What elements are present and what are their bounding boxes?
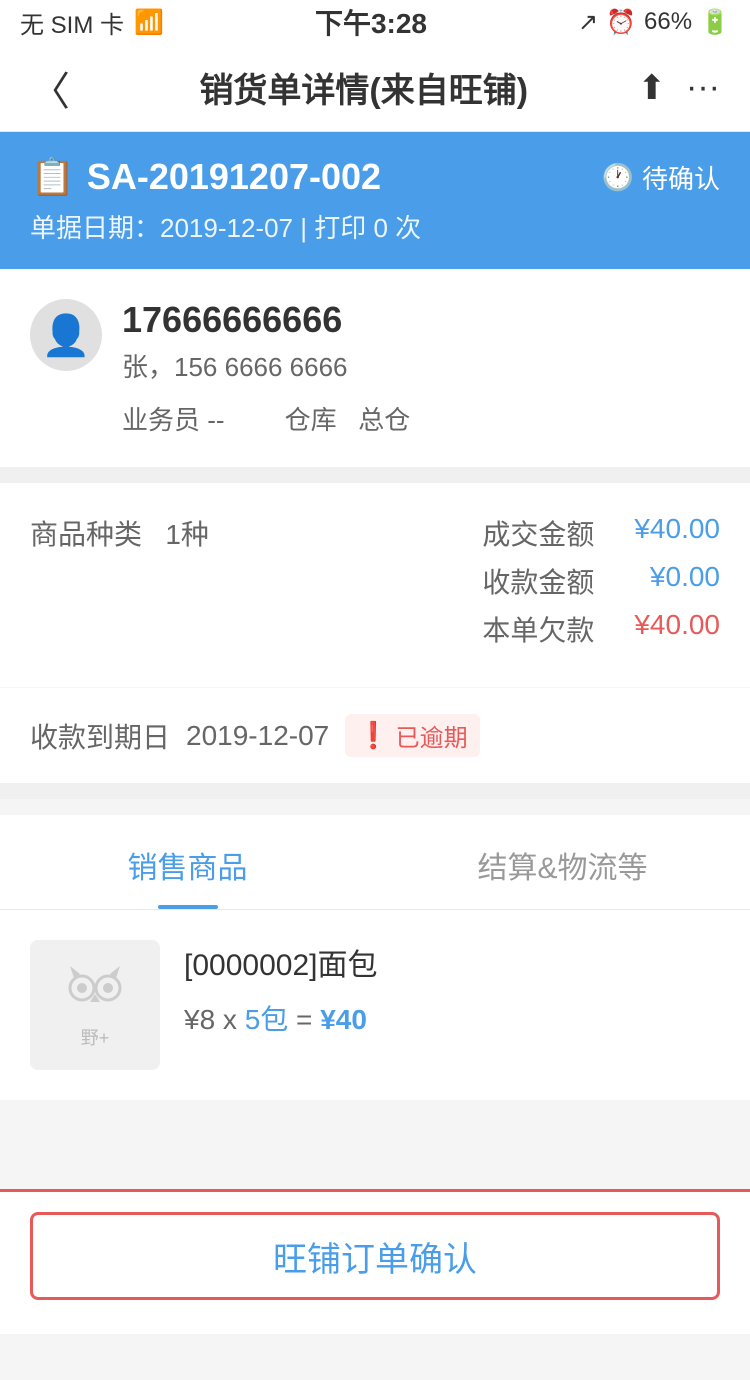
nav-right-actions: ⬆ ···: [638, 68, 720, 108]
overdue-badge: ❗ 已逾期: [345, 714, 479, 757]
receive-amount-row: 收款金额 ¥0.00: [482, 561, 720, 601]
product-info: [0000002]面包 ¥8 x 5包 = ¥40: [184, 940, 720, 1038]
product-thumb-inner: 野+: [60, 960, 130, 1050]
share-button[interactable]: ⬆: [638, 68, 667, 108]
customer-info: 17666666666 张，156 6666 6666 业务员 -- 仓库 总仓: [122, 299, 720, 437]
order-icon: 📋: [30, 156, 75, 198]
receive-amount-value: ¥0.00: [650, 561, 720, 601]
tabs-row: 销售商品 结算&物流等: [0, 815, 750, 909]
owl-logo-icon: [60, 960, 130, 1020]
status-right: ↗ ⏰ 66% 🔋: [578, 8, 730, 37]
product-qty: 5包: [245, 1004, 289, 1035]
deal-amount-value: ¥40.00: [634, 513, 720, 553]
customer-section: 👤 17666666666 张，156 6666 6666 业务员 -- 仓库 …: [0, 269, 750, 467]
wifi-icon: 📶: [134, 8, 164, 37]
customer-name: 张，156 6666 6666: [122, 347, 720, 384]
tab-sales-product[interactable]: 销售商品: [0, 815, 375, 909]
amount-details: 成交金额 ¥40.00 收款金额 ¥0.00 本单欠款 ¥40.00: [482, 513, 720, 657]
tab-settlement[interactable]: 结算&物流等: [375, 815, 750, 909]
page-title: 销货单详情(来自旺铺): [90, 63, 638, 112]
due-date-value: 2019-12-07: [186, 720, 329, 752]
location-icon: ↗: [578, 8, 598, 37]
product-type: 商品种类 1种: [30, 513, 209, 553]
battery-icon: 🔋: [700, 8, 730, 37]
order-date-info: 单据日期：2019-12-07 | 打印 0 次: [30, 208, 720, 245]
warehouse-label: 仓库 总仓: [285, 400, 411, 437]
product-thumbnail: 野+: [30, 940, 160, 1070]
overdue-icon: ❗: [357, 720, 389, 751]
debt-amount-value: ¥40.00: [634, 609, 720, 649]
product-name: [0000002]面包: [184, 940, 720, 984]
nav-bar: 〈 销货单详情(来自旺铺) ⬆ ···: [0, 44, 750, 132]
status-bar: 无 SIM 卡 📶 下午3:28 ↗ ⏰ 66% 🔋: [0, 0, 750, 44]
avatar-icon: 👤: [41, 312, 91, 359]
tabs-section: 销售商品 结算&物流等: [0, 815, 750, 910]
product-section: 野+ [0000002]面包 ¥8 x 5包 = ¥40: [0, 910, 750, 1100]
sales-label: 业务员 --: [122, 400, 225, 437]
status-time: 下午3:28: [315, 2, 427, 42]
deal-amount-row: 成交金额 ¥40.00: [482, 513, 720, 553]
product-price: ¥8 x 5包 = ¥40: [184, 998, 720, 1038]
avatar: 👤: [30, 299, 102, 371]
amount-section: 商品种类 1种 成交金额 ¥40.00 收款金额 ¥0.00 本单欠款 ¥40.…: [0, 483, 750, 687]
product-total: ¥40: [320, 1004, 367, 1035]
debt-amount-row: 本单欠款 ¥40.00: [482, 609, 720, 649]
confirm-order-button[interactable]: 旺铺订单确认: [30, 1212, 720, 1300]
order-header-card: 📋 SA-20191207-002 🕐 待确认 单据日期：2019-12-07 …: [0, 132, 750, 269]
customer-phone: 17666666666: [122, 299, 720, 341]
order-id: 📋 SA-20191207-002: [30, 156, 381, 198]
carrier-label: 无 SIM 卡: [20, 5, 124, 40]
section-divider-2: [0, 783, 750, 799]
battery-label: 66%: [644, 8, 692, 36]
alarm-icon: ⏰: [606, 8, 636, 37]
customer-meta: 业务员 -- 仓库 总仓: [122, 400, 720, 437]
order-status: 🕐 待确认: [602, 159, 720, 196]
section-divider-1: [0, 467, 750, 483]
due-date-section: 收款到期日 2019-12-07 ❗ 已逾期: [0, 688, 750, 783]
more-button[interactable]: ···: [686, 68, 720, 107]
back-button[interactable]: 〈: [30, 59, 90, 117]
due-date-label: 收款到期日: [30, 716, 170, 756]
clock-icon: 🕐: [602, 162, 634, 193]
bottom-bar: 旺铺订单确认: [0, 1189, 750, 1334]
status-left: 无 SIM 卡 📶: [20, 5, 164, 40]
overdue-label: 已逾期: [396, 718, 468, 753]
